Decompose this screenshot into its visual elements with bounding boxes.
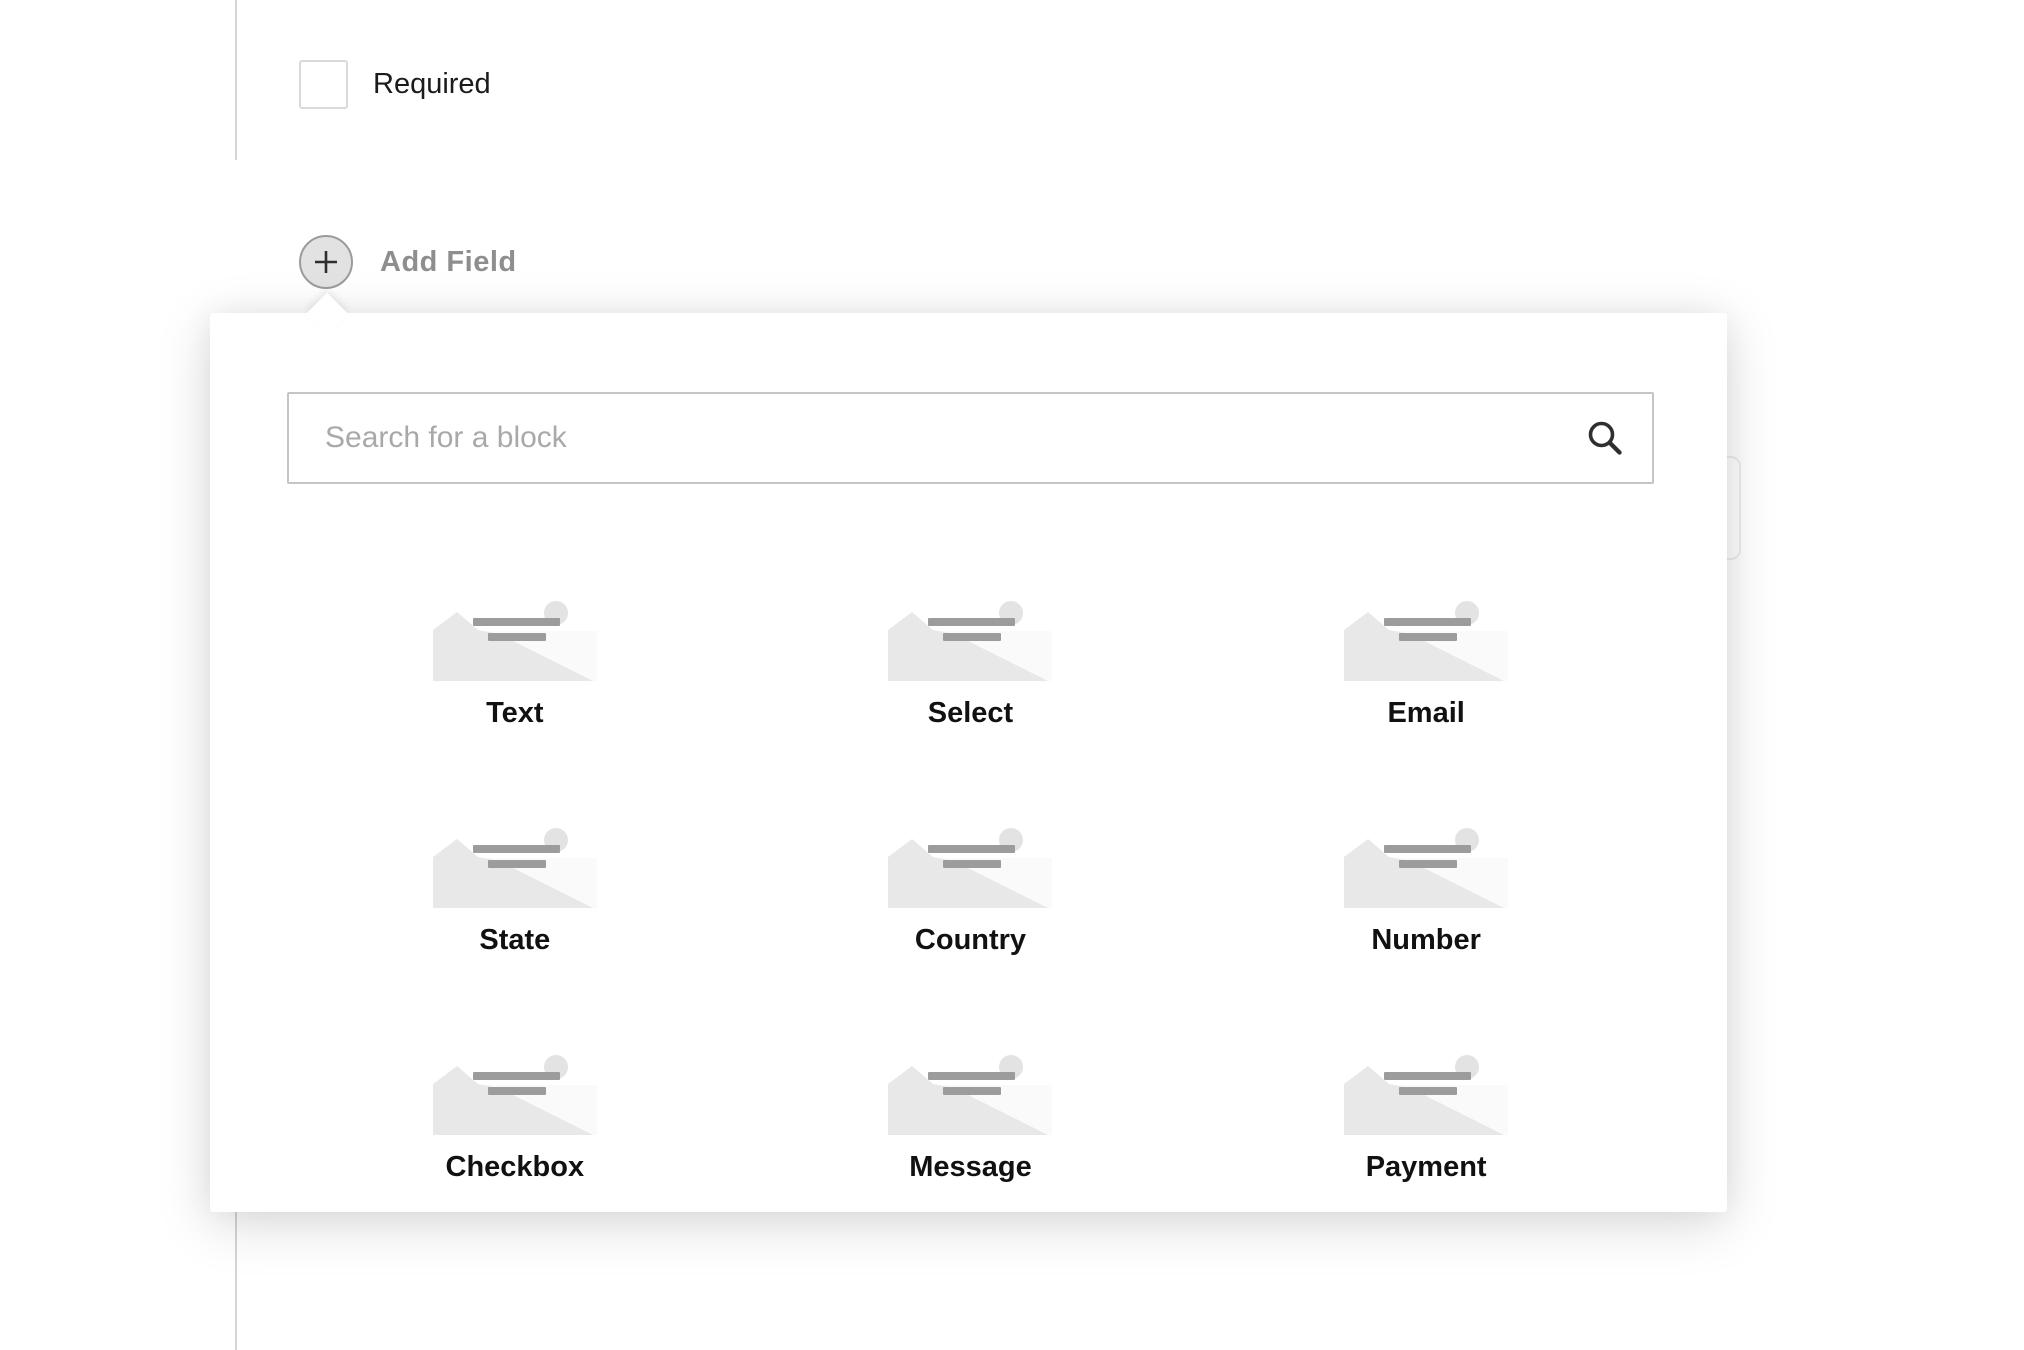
vertical-divider-top (235, 0, 237, 160)
block-label: Payment (1365, 1151, 1487, 1183)
block-item-number[interactable]: Number (1198, 828, 1654, 960)
block-item-state[interactable]: State (287, 828, 743, 960)
block-label: Email (1387, 697, 1465, 729)
vertical-divider-bottom (235, 1212, 237, 1350)
image-placeholder-icon (432, 601, 597, 681)
block-item-country[interactable]: Country (743, 828, 1199, 960)
required-checkbox[interactable] (299, 60, 348, 109)
add-field-label: Add Field (380, 245, 517, 278)
search-input[interactable] (287, 392, 1654, 484)
image-placeholder-icon (1344, 601, 1509, 681)
popover-caret (305, 292, 349, 336)
block-label: Select (927, 697, 1014, 729)
block-grid: Text Select Email State Country Number C… (287, 601, 1654, 1187)
image-placeholder-icon (432, 1055, 597, 1135)
required-field-row: Required (299, 60, 491, 109)
image-placeholder-icon (888, 828, 1053, 908)
image-placeholder-icon (888, 601, 1053, 681)
image-placeholder-icon (432, 828, 597, 908)
image-placeholder-icon (888, 1055, 1053, 1135)
required-label: Required (373, 68, 491, 100)
block-label: State (479, 924, 551, 956)
block-label: Checkbox (445, 1151, 585, 1183)
block-label: Message (909, 1151, 1032, 1183)
search-field (287, 392, 1654, 484)
block-item-text[interactable]: Text (287, 601, 743, 733)
block-item-payment[interactable]: Payment (1198, 1055, 1654, 1187)
search-icon (1588, 421, 1622, 455)
block-label: Number (1371, 924, 1481, 956)
block-item-checkbox[interactable]: Checkbox (287, 1055, 743, 1187)
image-placeholder-icon (1344, 828, 1509, 908)
image-placeholder-icon (1344, 1055, 1509, 1135)
block-label: Country (914, 924, 1027, 956)
block-picker-popover: Text Select Email (210, 292, 1727, 1212)
block-item-email[interactable]: Email (1198, 601, 1654, 733)
block-label: Text (486, 697, 544, 729)
block-item-message[interactable]: Message (743, 1055, 1199, 1187)
block-item-select[interactable]: Select (743, 601, 1199, 733)
plus-icon[interactable] (299, 235, 353, 289)
add-field-button[interactable]: Add Field (299, 235, 517, 289)
